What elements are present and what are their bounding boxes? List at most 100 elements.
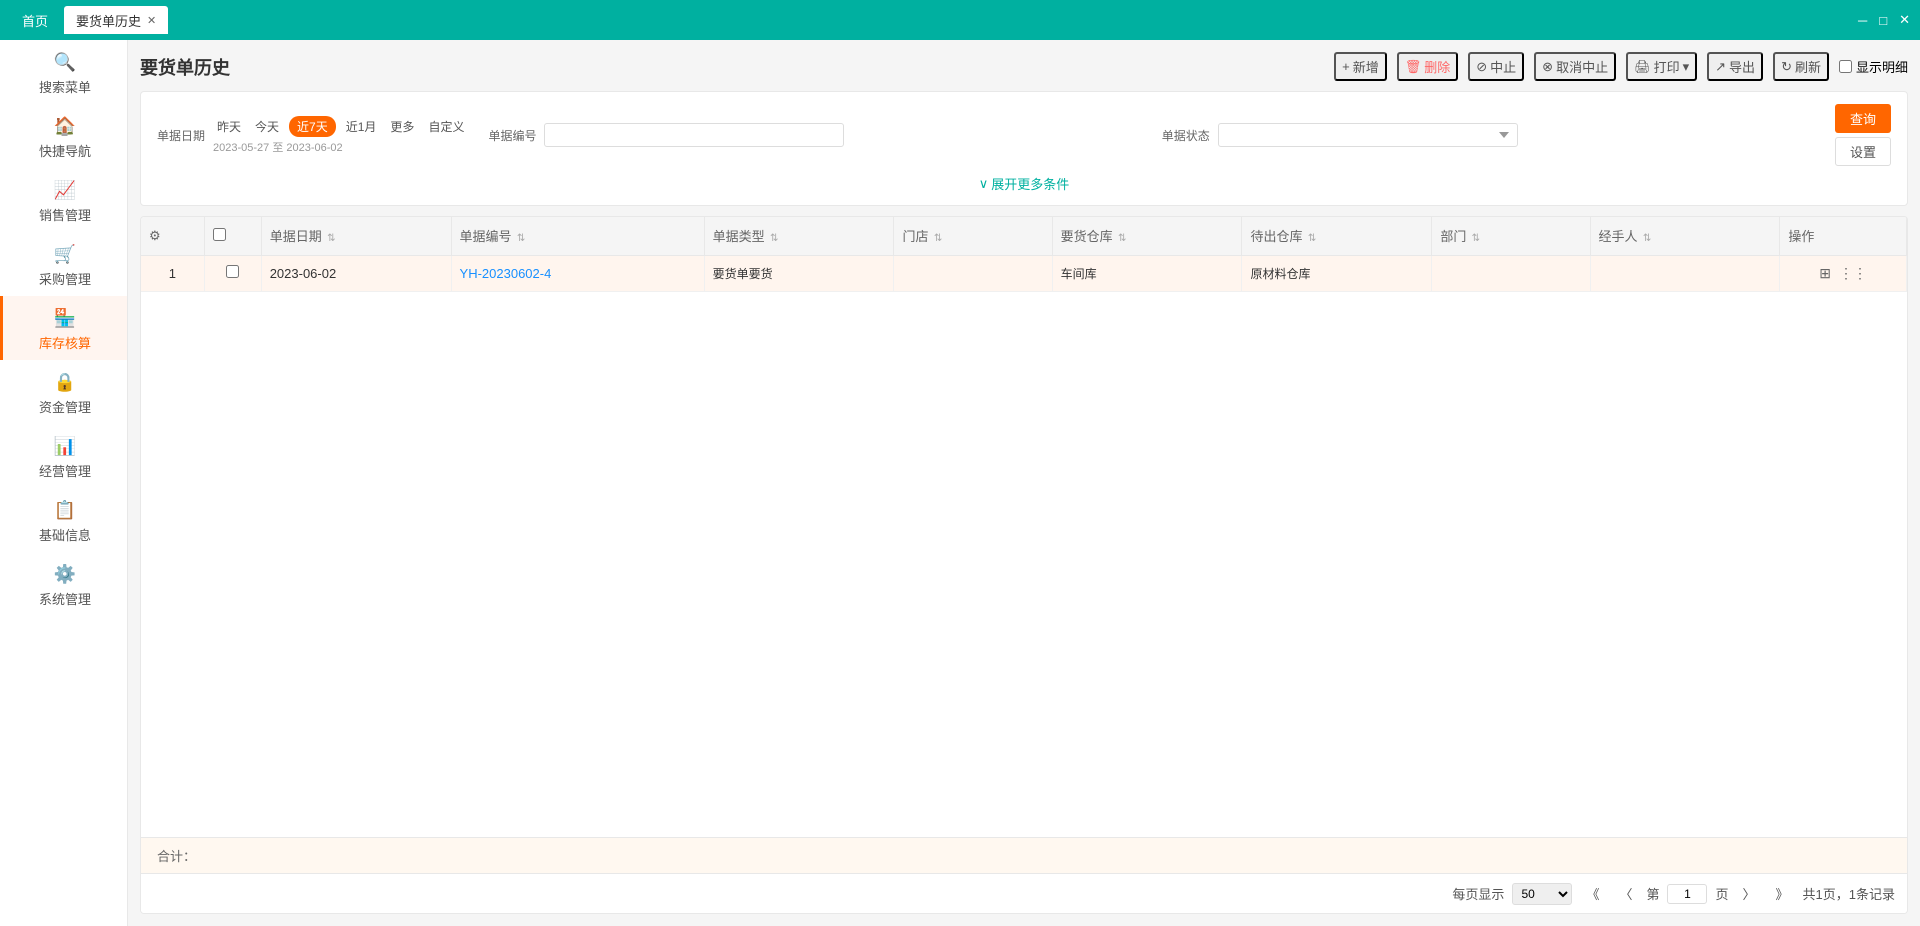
- sidebar-item-purchase[interactable]: 🛒 采购管理: [0, 232, 127, 296]
- th-code-label: 单据编号: [460, 229, 512, 244]
- row-more-icon[interactable]: ⋮⋮: [1839, 265, 1867, 282]
- page-header: 要货单历史 + 新增 🗑 删除 ⊘ 中止 ⊗ 取消中止: [140, 52, 1908, 81]
- per-page-select[interactable]: 50 100 200: [1512, 883, 1572, 905]
- page-title: 要货单历史: [140, 54, 230, 80]
- expand-button[interactable]: ∨ 展开更多条件: [979, 174, 1070, 193]
- date-opt-7days[interactable]: 近7天: [289, 116, 336, 137]
- dept-sort-icon[interactable]: ⇅: [1472, 233, 1480, 244]
- shop-sort-icon[interactable]: ⇅: [934, 233, 942, 244]
- sidebar-item-finance[interactable]: 🔒 资金管理: [0, 360, 127, 424]
- win-close-button[interactable]: ✕: [1899, 12, 1910, 28]
- date-sort-icon[interactable]: ⇅: [327, 233, 335, 244]
- date-opt-custom[interactable]: 自定义: [424, 116, 468, 137]
- total-label: 合计：: [157, 849, 196, 864]
- cancel-stop-icon: ⊗: [1542, 59, 1553, 75]
- row-view-icon[interactable]: ⊞: [1819, 265, 1831, 282]
- sidebar-item-sales[interactable]: 📈 销售管理: [0, 168, 127, 232]
- show-detail-toggle[interactable]: 显示明细: [1839, 57, 1908, 76]
- show-detail-label: 显示明细: [1856, 57, 1908, 76]
- sidebar-item-basic-label: 基础信息: [39, 525, 91, 544]
- code-sort-icon[interactable]: ⇅: [517, 233, 525, 244]
- refresh-button[interactable]: ↻ 刷新: [1773, 52, 1829, 81]
- sidebar-item-inventory[interactable]: 🏪 库存核算: [0, 296, 127, 360]
- row-dept: [1432, 255, 1590, 291]
- row-checkbox[interactable]: [226, 265, 239, 278]
- tab-requisition-history[interactable]: 要货单历史 ✕: [64, 6, 168, 34]
- date-opt-more[interactable]: 更多: [386, 116, 418, 137]
- column-settings-icon[interactable]: ⚙: [149, 228, 161, 243]
- cancel-stop-button[interactable]: ⊗ 取消中止: [1534, 52, 1616, 81]
- date-opt-1month[interactable]: 近1月: [342, 116, 381, 137]
- query-button[interactable]: 查询: [1835, 104, 1891, 133]
- stop-label: 中止: [1490, 57, 1516, 76]
- stop-icon: ⊘: [1476, 59, 1487, 75]
- toolbar: + 新增 🗑 删除 ⊘ 中止 ⊗ 取消中止 🖨 打印: [1334, 52, 1908, 81]
- sidebar-item-operations-label: 经营管理: [39, 461, 91, 480]
- th-dept-label: 部门: [1440, 229, 1466, 244]
- th-code: 单据编号 ⇅: [451, 217, 704, 255]
- sidebar-item-system[interactable]: ⚙️ 系统管理: [0, 552, 127, 616]
- sidebar-item-inventory-label: 库存核算: [39, 333, 91, 352]
- warehouse-sort-icon[interactable]: ⇅: [1118, 233, 1126, 244]
- date-opt-yesterday[interactable]: 昨天: [213, 116, 245, 137]
- export-icon: ↗: [1715, 59, 1726, 75]
- towarehouse-sort-icon[interactable]: ⇅: [1308, 233, 1316, 244]
- operations-icon: 📊: [54, 436, 76, 457]
- handler-sort-icon[interactable]: ⇅: [1643, 233, 1651, 244]
- date-range-display: 2023-05-27 至 2023-06-02: [213, 139, 468, 155]
- new-button[interactable]: + 新增: [1334, 52, 1387, 81]
- first-page-button[interactable]: 《: [1580, 882, 1605, 905]
- doc-no-input[interactable]: [544, 123, 844, 147]
- delete-button[interactable]: 🗑 删除: [1397, 52, 1459, 81]
- th-dept: 部门 ⇅: [1432, 217, 1590, 255]
- show-detail-checkbox[interactable]: [1839, 60, 1852, 73]
- close-tab-icon[interactable]: ✕: [147, 14, 156, 27]
- row-ops-icons: ⊞ ⋮⋮: [1788, 265, 1898, 282]
- win-max-button[interactable]: □: [1879, 13, 1887, 28]
- per-page-label: 每页显示: [1452, 884, 1504, 903]
- row-ops: ⊞ ⋮⋮: [1780, 255, 1907, 291]
- select-all-checkbox[interactable]: [213, 228, 226, 241]
- export-button[interactable]: ↗ 导出: [1707, 52, 1763, 81]
- row-code: YH-20230602-4: [451, 255, 704, 291]
- type-sort-icon[interactable]: ⇅: [770, 233, 778, 244]
- th-date: 单据日期 ⇅: [261, 217, 451, 255]
- pagination-bar: 每页显示 50 100 200 《 〈 第 页 〉 》 共1页，1条记录: [141, 873, 1907, 913]
- status-filter-group: 单据状态: [1162, 123, 1815, 147]
- window-controls: ─ □ ✕: [1858, 12, 1910, 28]
- settings-button[interactable]: 设置: [1835, 137, 1891, 166]
- filter-row: 单据日期 昨天 今天 近7天 近1月 更多 自定义 2023-05-27 至 2…: [157, 104, 1891, 166]
- row-date: 2023-06-02: [261, 255, 451, 291]
- sidebar-item-quicknav[interactable]: 🏠 快捷导航: [0, 104, 127, 168]
- prev-page-button[interactable]: 〈: [1613, 882, 1638, 905]
- sidebar-item-basic[interactable]: 📋 基础信息: [0, 488, 127, 552]
- delete-icon: 🗑: [1405, 59, 1422, 75]
- expand-label: 展开更多条件: [991, 174, 1069, 193]
- sidebar-item-search[interactable]: 🔍 搜索菜单: [0, 40, 127, 104]
- th-shop: 门店 ⇅: [894, 217, 1052, 255]
- th-warehouse: 要货仓库 ⇅: [1052, 217, 1242, 255]
- filter-expand: ∨ 展开更多条件: [157, 174, 1891, 193]
- next-page-button[interactable]: 〉: [1737, 882, 1762, 905]
- stop-button[interactable]: ⊘ 中止: [1468, 52, 1524, 81]
- sidebar-item-operations[interactable]: 📊 经营管理: [0, 424, 127, 488]
- th-handler: 经手人 ⇅: [1590, 217, 1780, 255]
- sales-icon: 📈: [54, 180, 76, 201]
- status-select[interactable]: [1218, 123, 1518, 147]
- win-min-button[interactable]: ─: [1858, 13, 1867, 28]
- basic-icon: 📋: [54, 500, 76, 521]
- doc-no-filter-group: 单据编号: [488, 123, 1141, 147]
- row-shop: [894, 255, 1052, 291]
- page-number-input[interactable]: [1667, 884, 1707, 904]
- print-button[interactable]: 🖨 打印 ▾: [1626, 52, 1697, 81]
- last-page-button[interactable]: 》: [1770, 882, 1795, 905]
- th-handler-label: 经手人: [1599, 229, 1638, 244]
- row-code-link[interactable]: YH-20230602-4: [460, 266, 552, 281]
- tab-home-label: 首页: [22, 11, 48, 30]
- sidebar-item-quicknav-label: 快捷导航: [39, 141, 91, 160]
- th-type-label: 单据类型: [713, 229, 765, 244]
- tab-home[interactable]: 首页: [10, 6, 60, 34]
- sidebar-item-search-label: 搜索菜单: [39, 77, 91, 96]
- date-opt-today[interactable]: 今天: [251, 116, 283, 137]
- th-warehouse-label: 要货仓库: [1061, 229, 1113, 244]
